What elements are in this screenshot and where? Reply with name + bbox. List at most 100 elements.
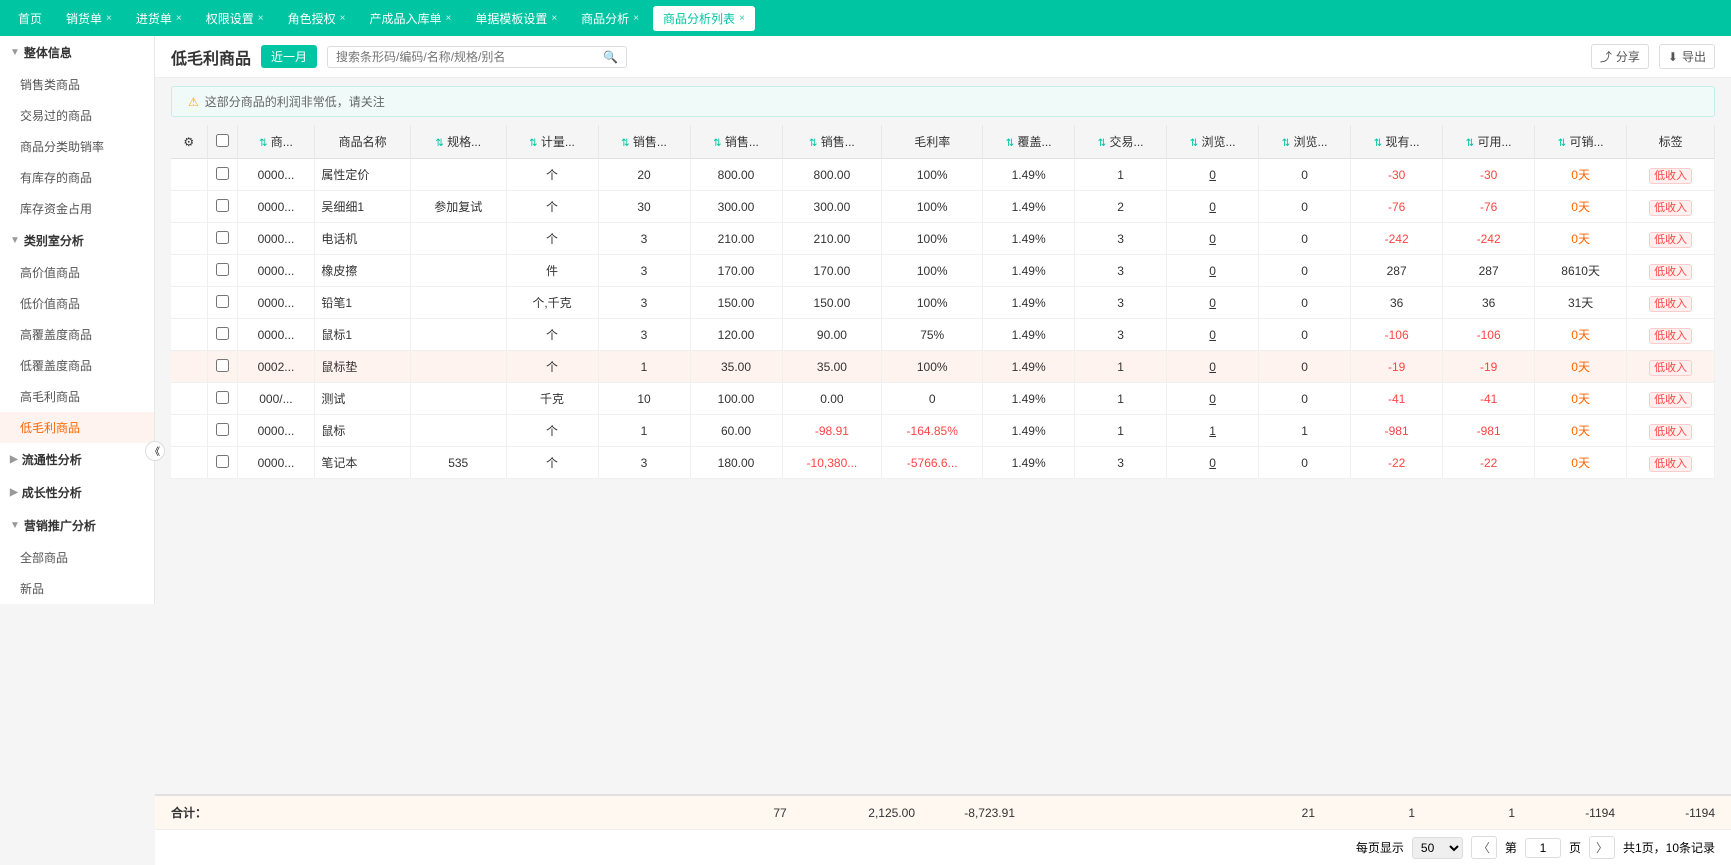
row-checkbox[interactable] xyxy=(216,423,229,436)
nav-product-entry[interactable]: 产成品入库单 × xyxy=(359,6,461,31)
chevron-right-icon: ▶ xyxy=(10,487,18,498)
cell-sales-amount: 800.00 xyxy=(690,159,782,191)
cell-margin: 100% xyxy=(882,159,983,191)
sidebar-item-low-value[interactable]: 低价值商品 xyxy=(0,288,154,319)
sidebar-group-marketing[interactable]: ▼ 营销推广分析 xyxy=(0,509,154,542)
chevron-right-icon: ▶ xyxy=(10,454,18,465)
sidebar-group-category[interactable]: ▼ 类别室分析 xyxy=(0,224,154,257)
row-checkbox[interactable] xyxy=(216,327,229,340)
sidebar-item-low-coverage[interactable]: 低覆盖度商品 xyxy=(0,350,154,381)
close-icon[interactable]: × xyxy=(258,13,264,24)
row-checkbox[interactable] xyxy=(216,231,229,244)
cell-name: 鼠标1 xyxy=(315,319,411,351)
cell-stock-salable: 8610天 xyxy=(1535,255,1627,287)
cell-coverage: 1.49% xyxy=(983,223,1075,255)
cell-name: 吴细细1 xyxy=(315,191,411,223)
row-checkbox[interactable] xyxy=(216,295,229,308)
cell-sales-count: 1 xyxy=(598,415,690,447)
sidebar-item-high-margin[interactable]: 高毛利商品 xyxy=(0,381,154,412)
cell-check xyxy=(207,223,237,255)
data-table: ⚙ ⇅ 商... 商品名称 ⇅ 规格... ⇅ 计量... ⇅ 销售... ⇅ … xyxy=(171,125,1715,479)
sidebar-item-low-margin[interactable]: 低毛利商品 xyxy=(0,412,154,443)
sidebar-item-high-value[interactable]: 高价值商品 xyxy=(0,257,154,288)
sidebar-item-new-goods[interactable]: 新品 xyxy=(0,573,154,604)
cell-margin: 100% xyxy=(882,191,983,223)
cell-sales-amount: 120.00 xyxy=(690,319,782,351)
sidebar-item-sales-goods[interactable]: 销售类商品 xyxy=(0,69,154,100)
export-button[interactable]: ⬇ 导出 xyxy=(1659,44,1715,69)
close-icon[interactable]: × xyxy=(106,13,112,24)
sort-icon: ⇅ xyxy=(1098,138,1106,149)
select-all-checkbox[interactable] xyxy=(216,134,229,147)
cell-coverage: 1.49% xyxy=(983,255,1075,287)
cell-tag: 低收入 xyxy=(1627,191,1715,223)
cell-sales-count: 1 xyxy=(598,351,690,383)
cell-views2: 0 xyxy=(1259,351,1351,383)
cell-sales-profit: 150.00 xyxy=(782,287,882,319)
cell-coverage: 1.49% xyxy=(983,319,1075,351)
cell-tag: 低收入 xyxy=(1627,319,1715,351)
nav-product-analysis-list[interactable]: 商品分析列表 × xyxy=(653,6,755,31)
sidebar-item-stock-capital[interactable]: 库存资金占用 xyxy=(0,193,154,224)
close-icon[interactable]: × xyxy=(445,13,451,24)
cell-code: 0000... xyxy=(237,319,315,351)
col-spec-header: ⇅ 规格... xyxy=(410,125,506,159)
sidebar-group-circulation[interactable]: ▶ 流通性分析 xyxy=(0,443,154,476)
row-checkbox[interactable] xyxy=(216,167,229,180)
sidebar-collapse-button[interactable]: 《 xyxy=(145,441,165,461)
sidebar-item-all-goods[interactable]: 全部商品 xyxy=(0,542,154,573)
chevron-down-icon: ▼ xyxy=(10,235,20,246)
nav-home[interactable]: 首页 xyxy=(8,6,52,31)
close-icon[interactable]: × xyxy=(551,13,557,24)
col-settings[interactable]: ⚙ xyxy=(171,125,207,159)
nav-permission[interactable]: 权限设置 × xyxy=(196,6,274,31)
cell-unit: 个 xyxy=(506,415,598,447)
sidebar-item-stock-goods[interactable]: 有库存的商品 xyxy=(0,162,154,193)
col-stock-salable-header: ⇅ 可销... xyxy=(1535,125,1627,159)
sidebar-item-traded-goods[interactable]: 交易过的商品 xyxy=(0,100,154,131)
cell-name: 电话机 xyxy=(315,223,411,255)
row-checkbox[interactable] xyxy=(216,455,229,468)
sidebar-item-category-rate[interactable]: 商品分类助销率 xyxy=(0,131,154,162)
page-number-input[interactable] xyxy=(1525,838,1561,858)
nav-product-analysis[interactable]: 商品分析 × xyxy=(571,6,649,31)
nav-sales-order[interactable]: 销货单 × xyxy=(56,6,122,31)
cell-name: 橡皮擦 xyxy=(315,255,411,287)
cell-name: 测试 xyxy=(315,383,411,415)
cell-code: 0000... xyxy=(237,159,315,191)
nav-template-settings[interactable]: 单据模板设置 × xyxy=(465,6,567,31)
sidebar-item-high-coverage[interactable]: 高覆盖度商品 xyxy=(0,319,154,350)
cell-sales-profit: 800.00 xyxy=(782,159,882,191)
cell-sales-amount: 170.00 xyxy=(690,255,782,287)
sidebar-group-growth[interactable]: ▶ 成长性分析 xyxy=(0,476,154,509)
cell-gear xyxy=(171,415,207,447)
row-checkbox[interactable] xyxy=(216,359,229,372)
prev-page-button[interactable]: 〈 xyxy=(1471,836,1497,859)
search-input[interactable] xyxy=(336,50,599,64)
period-button[interactable]: 近一月 xyxy=(261,45,317,68)
notice-bar: ⚠ 这部分商品的利润非常低，请关注 xyxy=(171,86,1715,117)
search-icon[interactable]: 🔍 xyxy=(603,50,618,64)
sidebar-group-overall[interactable]: ▼ 整体信息 xyxy=(0,36,154,69)
next-page-button[interactable]: 〉 xyxy=(1589,836,1615,859)
per-page-select[interactable]: 50 20 100 xyxy=(1412,837,1463,859)
col-checkbox xyxy=(207,125,237,159)
cell-code: 0000... xyxy=(237,287,315,319)
cell-coverage: 1.49% xyxy=(983,191,1075,223)
cell-check xyxy=(207,191,237,223)
nav-role-auth[interactable]: 角色授权 × xyxy=(278,6,356,31)
nav-purchase-order[interactable]: 进货单 × xyxy=(126,6,192,31)
cell-spec xyxy=(410,159,506,191)
table-footer: 合计： 77 2,125.00 -8,723.91 21 1 1 -1194 -… xyxy=(155,794,1731,829)
cell-stock-available: -76 xyxy=(1443,191,1535,223)
close-icon[interactable]: × xyxy=(176,13,182,24)
close-icon[interactable]: × xyxy=(633,13,639,24)
row-checkbox[interactable] xyxy=(216,199,229,212)
close-icon[interactable]: × xyxy=(739,13,745,24)
total-label: 合计： xyxy=(171,804,207,821)
close-icon[interactable]: × xyxy=(340,13,346,24)
row-checkbox[interactable] xyxy=(216,263,229,276)
share-button[interactable]: ⤴ 分享 xyxy=(1591,44,1649,69)
row-checkbox[interactable] xyxy=(216,391,229,404)
cell-tag: 低收入 xyxy=(1627,351,1715,383)
